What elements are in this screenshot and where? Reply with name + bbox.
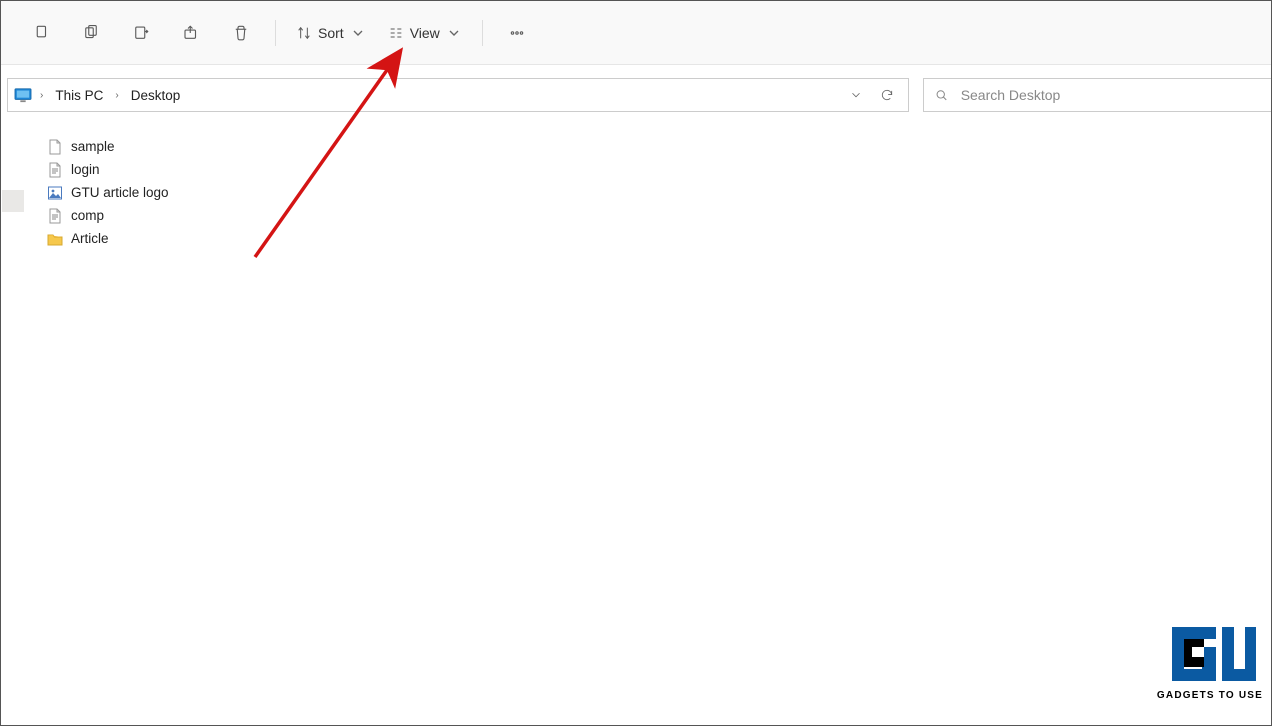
breadcrumb-item-this-pc[interactable]: This PC — [51, 86, 107, 105]
view-label: View — [410, 25, 440, 41]
file-blank-icon — [47, 139, 63, 155]
address-search-row: › This PC › Desktop — [1, 73, 1271, 117]
copy-button[interactable] — [69, 13, 113, 53]
toolbar-separator — [275, 20, 276, 46]
file-text-icon — [47, 162, 63, 178]
file-name: Article — [71, 231, 109, 246]
search-bar[interactable] — [923, 78, 1271, 112]
file-item[interactable]: sample — [45, 135, 1271, 158]
toolbar-separator — [482, 20, 483, 46]
file-image-icon — [47, 185, 63, 201]
address-bar[interactable]: › This PC › Desktop — [7, 78, 909, 112]
chevron-right-icon[interactable]: › — [111, 90, 122, 101]
refresh-button[interactable] — [872, 88, 902, 102]
address-history-drop[interactable] — [844, 88, 868, 102]
chevron-right-icon[interactable]: › — [36, 90, 47, 101]
file-name: sample — [71, 139, 115, 154]
pc-icon — [14, 87, 32, 103]
file-item[interactable]: comp — [45, 204, 1271, 227]
watermark-logo — [1164, 625, 1256, 688]
sort-button[interactable]: Sort — [288, 13, 374, 53]
view-button[interactable]: View — [380, 13, 470, 53]
file-name: GTU article logo — [71, 185, 169, 200]
watermark: GADGETS TO USE — [1157, 625, 1263, 701]
sort-label: Sort — [318, 25, 344, 41]
folder-icon — [47, 231, 63, 247]
file-name: login — [71, 162, 100, 177]
watermark-text: GADGETS TO USE — [1157, 690, 1263, 701]
chevron-down-icon — [446, 25, 462, 41]
file-text-icon — [47, 208, 63, 224]
file-item[interactable]: Article — [45, 227, 1271, 250]
search-icon — [934, 87, 949, 103]
new-button[interactable] — [19, 13, 63, 53]
search-input[interactable] — [961, 87, 1261, 103]
file-item[interactable]: GTU article logo — [45, 181, 1271, 204]
delete-button[interactable] — [219, 13, 263, 53]
share-button[interactable] — [169, 13, 213, 53]
file-name: comp — [71, 208, 104, 223]
file-area: sample login GTU article logo comp Artic… — [1, 117, 1271, 250]
more-button[interactable] — [495, 13, 539, 53]
drag-gutter-marker — [2, 190, 24, 212]
file-item[interactable]: login — [45, 158, 1271, 181]
chevron-down-icon — [350, 25, 366, 41]
toolbar: Sort View — [1, 1, 1271, 65]
breadcrumb-item-desktop[interactable]: Desktop — [127, 86, 185, 105]
paste-button[interactable] — [119, 13, 163, 53]
